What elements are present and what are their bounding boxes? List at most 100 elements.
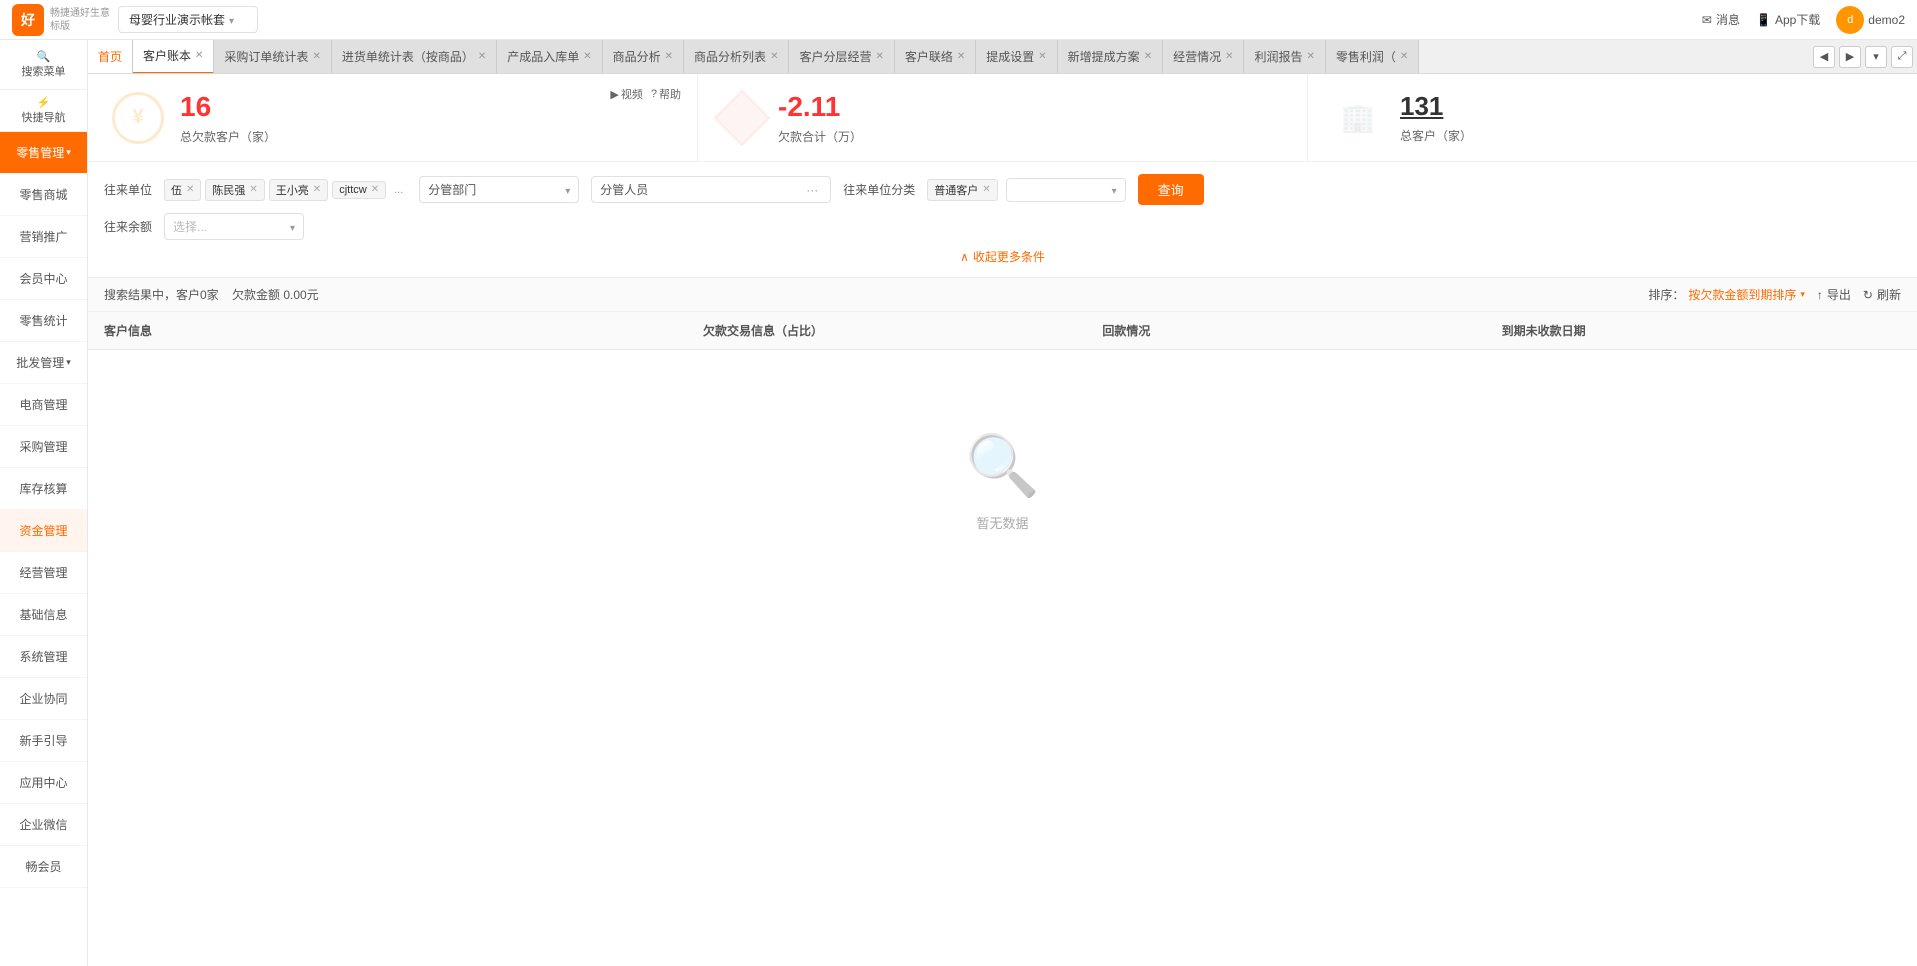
sidebar-item-capital[interactable]: 资金管理 — [0, 510, 87, 552]
tab-close-icon[interactable]: ✕ — [665, 51, 673, 62]
filter-row-1: 往来单位 伍 ✕ 陈民强 ✕ 王小亮 ✕ — [104, 174, 1901, 205]
sidebar-item-enterprise-collab[interactable]: 企业协同 — [0, 678, 87, 720]
remove-tag-4-button[interactable]: ✕ — [371, 184, 379, 195]
tab-promotion-settings[interactable]: 提成设置 ✕ — [976, 40, 1057, 74]
sidebar-item-operation[interactable]: 经营管理 — [0, 552, 87, 594]
tab-customer-tier[interactable]: 客户分层经营 ✕ — [789, 40, 894, 74]
tab-close-icon[interactable]: ✕ — [195, 50, 203, 61]
yuan-icon: ¥ — [112, 92, 164, 144]
building-icon: 🏢 — [1332, 92, 1384, 144]
tab-close-icon[interactable]: ✕ — [1144, 51, 1152, 62]
sidebar: 🔍 搜索菜单 ⚡ 快捷导航 零售管理 ▾ 零售商城 营销推广 会员中心 零售统计… — [0, 40, 88, 966]
dept-dropdown-icon — [565, 183, 570, 197]
col-repay: 回款情况 — [1102, 322, 1501, 339]
message-icon: ✉ — [1702, 13, 1712, 27]
sidebar-item-wholesale[interactable]: 批发管理 ▾ — [0, 342, 87, 384]
tab-purchase-order[interactable]: 采购订单统计表 ✕ — [214, 40, 331, 74]
filter-tag-4: cjttcw ✕ — [332, 181, 386, 199]
remove-type-tag-1-button[interactable]: ✕ — [982, 184, 990, 195]
chevron-down-icon2: ▾ — [66, 357, 71, 368]
col-customer: 客户信息 — [104, 322, 703, 339]
tab-product-analysis[interactable]: 商品分析 ✕ — [603, 40, 684, 74]
tab-customer-contact[interactable]: 客户联络 ✕ — [895, 40, 976, 74]
sidebar-item-ecommerce[interactable]: 电商管理 — [0, 384, 87, 426]
dept-selector[interactable]: 分管部门 — [419, 176, 579, 203]
remove-tag-3-button[interactable]: ✕ — [313, 184, 321, 195]
sidebar-item-system[interactable]: 系统管理 — [0, 636, 87, 678]
sidebar-item-retail-manage[interactable]: 零售管理 ▾ — [0, 132, 87, 174]
logo-icon: 好 — [12, 4, 44, 36]
tab-profit-report[interactable]: 利润报告 ✕ — [1244, 40, 1325, 74]
sidebar-item-marketing[interactable]: 营销推广 — [0, 216, 87, 258]
tab-close-icon[interactable]: ✕ — [478, 51, 486, 62]
person-selector[interactable]: 分管人员 ··· — [591, 176, 831, 203]
user-menu[interactable]: d demo2 — [1836, 6, 1905, 34]
sidebar-quick-nav[interactable]: ⚡ 快捷导航 — [0, 90, 87, 132]
sidebar-item-new-guide[interactable]: 新手引导 — [0, 720, 87, 762]
company-dropdown-icon — [229, 13, 234, 27]
stat-text-1: 16 总欠款客户（家） — [180, 90, 276, 145]
tab-close-icon[interactable]: ✕ — [1225, 51, 1233, 62]
remainder-label: 往来余额 — [104, 218, 152, 235]
tab-product-in[interactable]: 产成品入库单 ✕ — [497, 40, 602, 74]
logo-text: 畅捷通好生意 标版 — [50, 7, 110, 33]
sidebar-item-enterprise-wx[interactable]: 企业微信 — [0, 804, 87, 846]
more-tags-button[interactable]: ... — [390, 184, 407, 196]
app-download-button[interactable]: 📱 App下载 — [1756, 11, 1820, 28]
stat-text-3: 131 总客户（家） — [1400, 91, 1472, 143]
tab-next-button[interactable]: ▶ — [1839, 46, 1861, 68]
person-ellipsis[interactable]: ··· — [802, 183, 822, 197]
sidebar-item-app-center[interactable]: 应用中心 — [0, 762, 87, 804]
export-button[interactable]: ↑ 导出 — [1817, 286, 1851, 303]
sort-action[interactable]: 排序： 按欠款金额到期排序 ▾ — [1648, 286, 1805, 303]
sidebar-item-retail-mall[interactable]: 零售商城 — [0, 174, 87, 216]
refresh-button[interactable]: ↻ 刷新 — [1863, 286, 1901, 303]
remove-tag-1-button[interactable]: ✕ — [186, 184, 194, 195]
tab-new-promotion[interactable]: 新增提成方案 ✕ — [1058, 40, 1163, 74]
sidebar-item-vip-member[interactable]: 畅会员 — [0, 846, 87, 888]
query-button[interactable]: 查询 — [1138, 174, 1204, 205]
tab-home[interactable]: 首页 — [88, 40, 133, 74]
collapse-button[interactable]: ∧ 收起更多条件 — [104, 248, 1901, 265]
sidebar-item-member-center[interactable]: 会员中心 — [0, 258, 87, 300]
tab-close-icon[interactable]: ✕ — [312, 51, 320, 62]
tab-incoming-stats[interactable]: 进货单统计表（按商品） ✕ — [332, 40, 497, 74]
sidebar-item-retail-stats[interactable]: 零售统计 — [0, 300, 87, 342]
help-button[interactable]: ? 帮助 — [651, 86, 681, 102]
stats-row: ¥ 16 总欠款客户（家） ▶ 视频 ? 帮助 — [88, 74, 1917, 162]
chevron-down-icon: ▾ — [66, 147, 71, 158]
unit-type-selector[interactable] — [1006, 178, 1126, 202]
unit-tags: 伍 ✕ 陈民强 ✕ 王小亮 ✕ cjttcw ✕ — [164, 179, 407, 201]
col-expire: 到期未收款日期 — [1502, 322, 1901, 339]
chevron-up-icon: ∧ — [960, 250, 969, 264]
tab-close-icon[interactable]: ✕ — [1307, 51, 1315, 62]
tab-expand-button[interactable]: ⤢ — [1891, 46, 1913, 68]
tab-customer-cost[interactable]: 客户账本 ✕ — [133, 40, 214, 74]
remainder-selector[interactable]: 选择... — [164, 213, 304, 240]
tab-prev-button[interactable]: ◀ — [1813, 46, 1835, 68]
sidebar-search[interactable]: 🔍 搜索菜单 — [0, 40, 87, 90]
tab-menu-button[interactable]: ▾ — [1865, 46, 1887, 68]
filter-type-tag-1: 普通客户 ✕ — [927, 179, 997, 201]
tab-close-icon[interactable]: ✕ — [770, 51, 778, 62]
tab-product-analysis-list[interactable]: 商品分析列表 ✕ — [684, 40, 789, 74]
stat-debt-amount: -2.11 欠款合计（万） — [698, 74, 1308, 161]
tab-retail-profit[interactable]: 零售利润（ ✕ — [1326, 40, 1419, 74]
tab-close-icon[interactable]: ✕ — [583, 51, 591, 62]
sidebar-item-purchase[interactable]: 采购管理 — [0, 426, 87, 468]
sort-value[interactable]: 按欠款金额到期排序 — [1688, 286, 1796, 303]
company-selector[interactable]: 母婴行业演示帐套 — [118, 6, 258, 33]
result-actions: 排序： 按欠款金额到期排序 ▾ ↑ 导出 ↻ 刷新 — [1648, 286, 1901, 303]
tab-operation-status[interactable]: 经营情况 ✕ — [1163, 40, 1244, 74]
tab-close-icon[interactable]: ✕ — [957, 51, 965, 62]
message-button[interactable]: ✉ 消息 — [1702, 11, 1740, 28]
remove-tag-2-button[interactable]: ✕ — [249, 184, 257, 195]
tab-close-icon[interactable]: ✕ — [1400, 51, 1408, 62]
tab-close-icon[interactable]: ✕ — [875, 51, 883, 62]
tab-bar-end: ◀ ▶ ▾ ⤢ — [1813, 46, 1917, 68]
tab-close-icon[interactable]: ✕ — [1038, 51, 1046, 62]
empty-icon: 🔍 — [965, 430, 1040, 501]
video-button[interactable]: ▶ 视频 — [610, 86, 642, 102]
sidebar-item-inventory[interactable]: 库存核算 — [0, 468, 87, 510]
sidebar-item-basic-info[interactable]: 基础信息 — [0, 594, 87, 636]
